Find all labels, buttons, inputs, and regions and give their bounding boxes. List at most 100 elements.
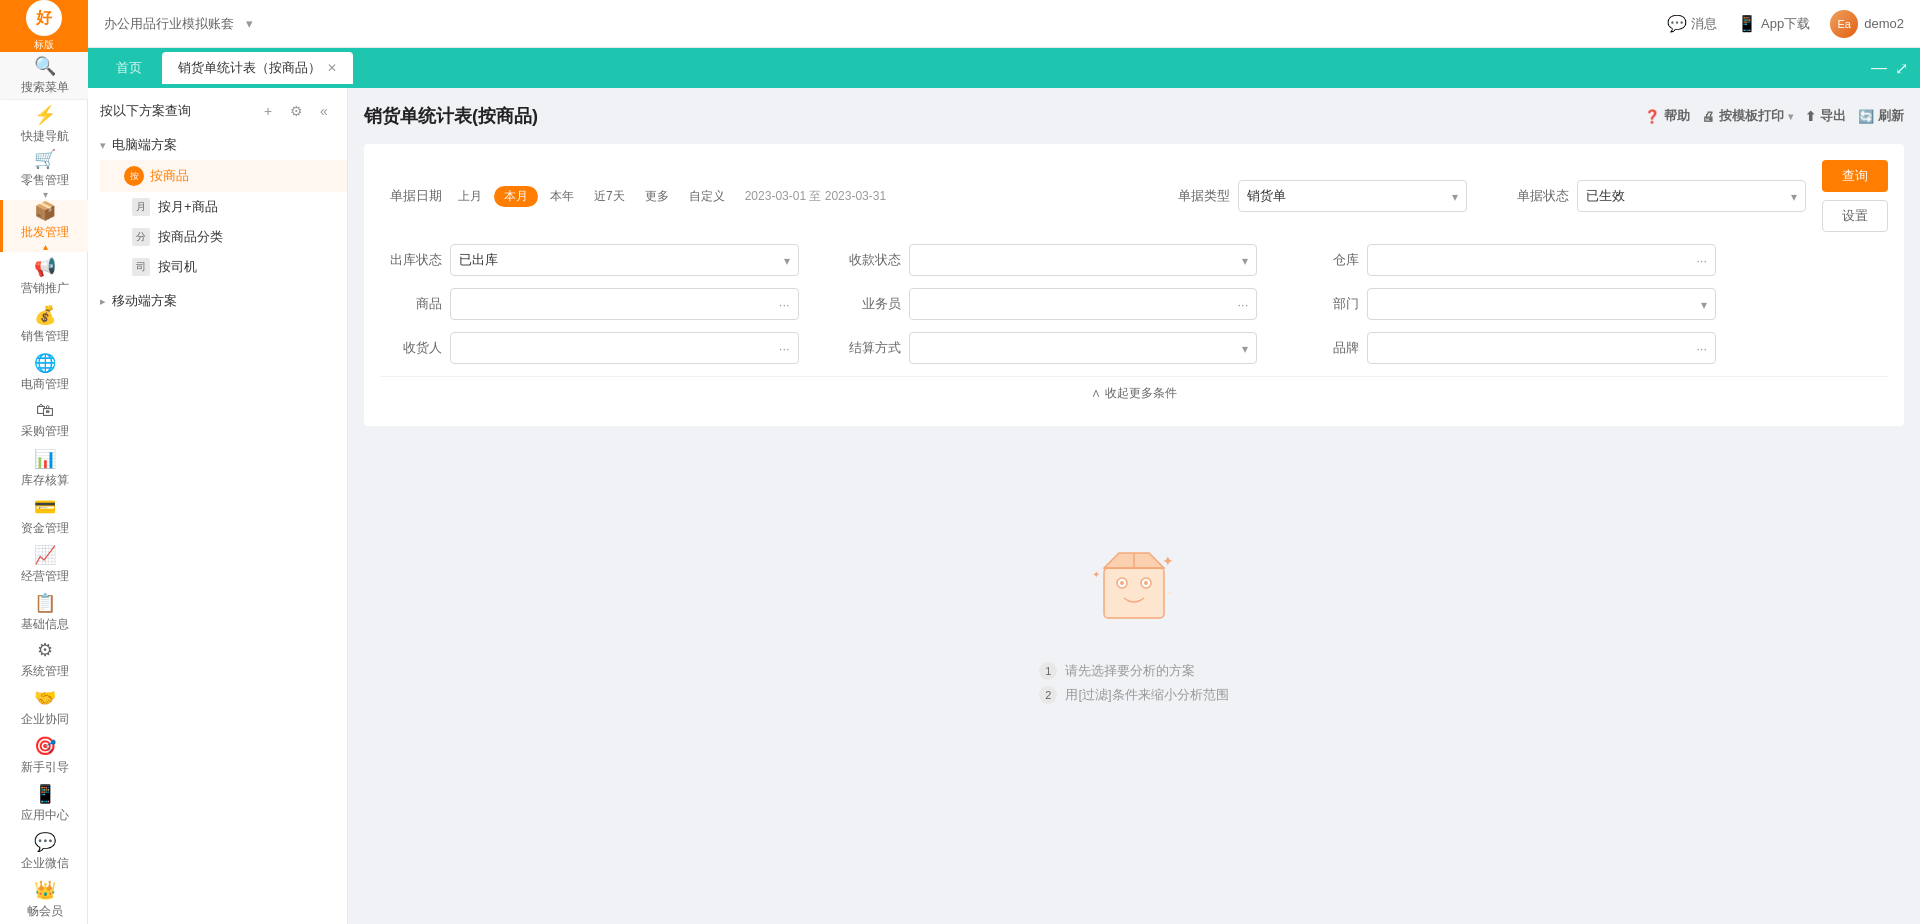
settings-scheme-button[interactable]: ⚙	[285, 100, 307, 122]
ellipsis-icon: ···	[779, 297, 790, 312]
sidebar-item-system[interactable]: ⚙ 系统管理	[0, 636, 88, 684]
guide-icon: 🎯	[34, 735, 56, 757]
warehouse-label: 仓库	[1297, 251, 1367, 269]
svg-text:✦: ✦	[1162, 553, 1174, 569]
left-panel-header: 按以下方案查询 + ⚙ «	[88, 100, 347, 130]
brand-input[interactable]: ···	[1367, 332, 1716, 364]
quick-nav-icon: ⚡	[34, 104, 56, 126]
tab-sales-stat[interactable]: 销货单统计表（按商品） ✕	[162, 52, 353, 84]
export-button[interactable]: ⬆ 导出	[1805, 107, 1846, 125]
basic-icon: 📋	[34, 592, 56, 614]
message-button[interactable]: 💬 消息	[1667, 14, 1717, 33]
filter-area: 单据日期 上月 本月 本年 近7天 更多 自定义 2023-03-01 至 20…	[364, 144, 1904, 426]
collapse-panel-button[interactable]: «	[313, 100, 335, 122]
dept-select[interactable]	[1367, 288, 1716, 320]
sidebar-item-label: 新手引导	[21, 759, 69, 776]
sidebar-item-inventory[interactable]: 📊 库存核算	[0, 444, 88, 492]
sidebar-item-apps[interactable]: 📱 应用中心	[0, 780, 88, 828]
tree-item-by-cashier[interactable]: 司 按司机	[100, 252, 347, 282]
doc-type-select[interactable]: 销货单	[1238, 180, 1467, 212]
window-maximize-icon[interactable]: ⤢	[1895, 59, 1908, 78]
tab-home[interactable]: 首页	[100, 52, 158, 84]
template-print-button[interactable]: 🖨 按模板打印 ▾	[1702, 107, 1793, 125]
tree-item-by-month-goods[interactable]: 月 按月+商品	[100, 192, 347, 222]
doc-status-select[interactable]: 已生效	[1577, 180, 1806, 212]
svg-point-6	[1144, 581, 1148, 585]
app-download-button[interactable]: 📱 App下载	[1737, 14, 1810, 33]
sidebar-item-search-menu[interactable]: 🔍 搜索菜单	[0, 52, 88, 100]
tree-desktop-parent[interactable]: ▾ 电脑端方案	[88, 130, 347, 160]
svg-point-5	[1120, 581, 1124, 585]
sidebar-item-sales[interactable]: 💰 销售管理	[0, 300, 88, 348]
left-panel-actions: + ⚙ «	[257, 100, 335, 122]
user-info[interactable]: Ea demo2	[1830, 10, 1904, 38]
receipt-status-select[interactable]	[909, 244, 1258, 276]
ellipsis-icon: ···	[1238, 297, 1249, 312]
out-status-select[interactable]: 已出库	[450, 244, 799, 276]
tree-item-by-goods[interactable]: 按 按商品	[100, 160, 347, 192]
sidebar-item-wechat[interactable]: 💬 企业微信	[0, 828, 88, 876]
sidebar-item-basic[interactable]: 📋 基础信息	[0, 588, 88, 636]
left-panel: 按以下方案查询 + ⚙ « ▾ 电脑端方案	[88, 88, 348, 924]
ellipsis-icon: ···	[1696, 253, 1707, 268]
add-scheme-button[interactable]: +	[257, 100, 279, 122]
filter-item-out-status: 出库状态 已出库	[380, 244, 799, 276]
date-tab-custom[interactable]: 自定义	[681, 186, 733, 207]
collapse-more-conditions-button[interactable]: ∧ 收起更多条件	[380, 376, 1888, 410]
salesman-input[interactable]: ···	[909, 288, 1258, 320]
date-tab-last-month[interactable]: 上月	[450, 186, 490, 207]
date-tab-this-year[interactable]: 本年	[542, 186, 582, 207]
settlement-select[interactable]	[909, 332, 1258, 364]
doc-status-label: 单据状态	[1507, 187, 1577, 205]
sidebar-item-label: 基础信息	[21, 616, 69, 633]
help-button[interactable]: ❓ 帮助	[1644, 107, 1690, 125]
sidebar-item-purchase[interactable]: 🛍 采购管理	[0, 396, 88, 444]
date-tab-more[interactable]: 更多	[637, 186, 677, 207]
page-title-row: 销货单统计表(按商品) ❓ 帮助 🖨 按模板打印 ▾ ⬆ 导出	[364, 104, 1904, 128]
username: demo2	[1864, 16, 1904, 31]
inventory-icon: 📊	[34, 448, 56, 470]
search-icon: 🔍	[34, 55, 56, 77]
tree-mobile-parent[interactable]: ▸ 移动端方案	[88, 286, 347, 316]
sidebar-item-ecommerce[interactable]: 🌐 电商管理	[0, 348, 88, 396]
sidebar-item-finance[interactable]: 💳 资金管理	[0, 492, 88, 540]
chevron-down-icon: ▾	[1788, 111, 1793, 122]
top-header-right: 💬 消息 📱 App下载 Ea demo2	[1667, 10, 1904, 38]
tree-item-by-category[interactable]: 分 按商品分类	[100, 222, 347, 252]
tab-sales-stat-label: 销货单统计表（按商品）	[178, 59, 321, 77]
svg-rect-0	[1104, 568, 1164, 618]
content-area: 按以下方案查询 + ⚙ « ▾ 电脑端方案	[88, 88, 1920, 924]
refresh-button[interactable]: 🔄 刷新	[1858, 107, 1904, 125]
sidebar-item-label: 经营管理	[21, 568, 69, 585]
sidebar-item-marketing[interactable]: 📢 营销推广	[0, 252, 88, 300]
sidebar-item-wholesale[interactable]: 📦 批发管理 ▴	[0, 200, 88, 252]
wholesale-icon: 📦	[34, 200, 56, 222]
tab-close-icon[interactable]: ✕	[327, 61, 337, 75]
date-tab-last-7[interactable]: 近7天	[586, 186, 633, 207]
sidebar-item-guide[interactable]: 🎯 新手引导	[0, 732, 88, 780]
date-tab-this-month[interactable]: 本月	[494, 186, 538, 207]
sidebar-item-operation[interactable]: 📈 经营管理	[0, 540, 88, 588]
sidebar-item-label: 库存核算	[21, 472, 69, 489]
ellipsis-icon: ···	[779, 341, 790, 356]
breadcrumb-dropdown-icon[interactable]: ▾	[246, 16, 253, 31]
window-minimize-icon[interactable]: —	[1871, 59, 1887, 78]
page-title: 销货单统计表(按商品)	[364, 104, 538, 128]
collapse-label: ∧ 收起更多条件	[1091, 385, 1176, 402]
sidebar-item-enterprise[interactable]: 🤝 企业协同	[0, 684, 88, 732]
goods-input[interactable]: ···	[450, 288, 799, 320]
settings-button[interactable]: 设置	[1822, 200, 1888, 232]
svg-text:✦: ✦	[1166, 589, 1173, 598]
sidebar-item-retail[interactable]: 🛒 零售管理 ▾	[0, 148, 88, 200]
warehouse-input[interactable]: ···	[1367, 244, 1716, 276]
sidebar-item-member[interactable]: 👑 畅会员	[0, 876, 88, 924]
mobile-icon: 📱	[1737, 14, 1757, 33]
filter-item-settlement: 结算方式	[839, 332, 1258, 364]
consignee-input[interactable]: ···	[450, 332, 799, 364]
chevron-right-icon: ▸	[100, 295, 106, 308]
tree-item-label: 按司机	[158, 258, 197, 276]
query-button[interactable]: 查询	[1822, 160, 1888, 192]
consignee-label: 收货人	[380, 339, 450, 357]
sidebar-item-quick-nav[interactable]: ⚡ 快捷导航	[0, 100, 88, 148]
purchase-icon: 🛍	[36, 400, 54, 421]
